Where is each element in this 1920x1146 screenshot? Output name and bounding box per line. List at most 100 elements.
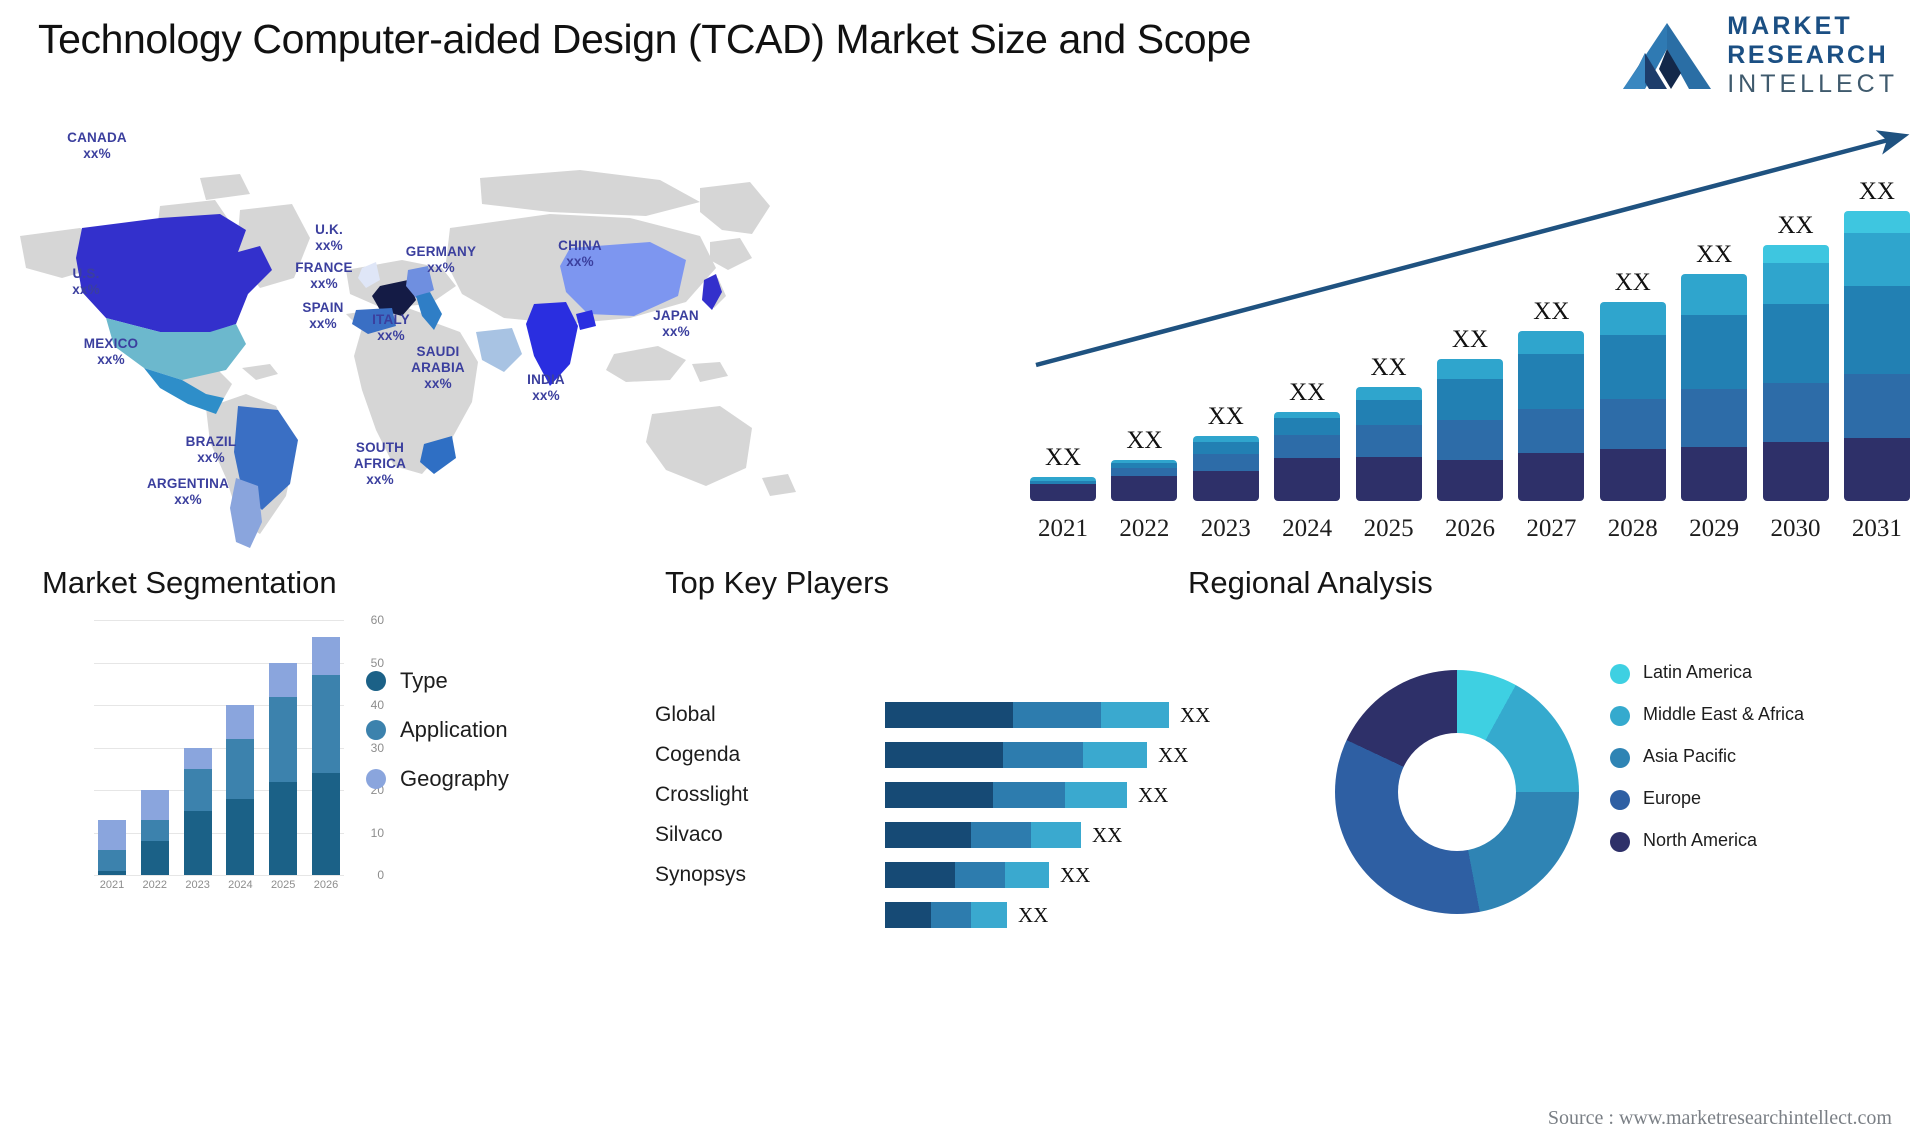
segmentation-bar-segment [269, 781, 298, 875]
growth-year-label: 2028 [1607, 515, 1658, 542]
segmentation-bar-segment [311, 675, 340, 773]
growth-bar-segment [1274, 417, 1341, 436]
legend-label: Latin America [1643, 662, 1753, 682]
legend-label: Geography [400, 766, 509, 791]
growth-bar-column: XX [1843, 178, 1910, 501]
segmentation-y-tick: 60 [370, 613, 384, 627]
growth-bar [1355, 387, 1422, 501]
page-title: Technology Computer-aided Design (TCAD) … [38, 16, 1252, 62]
growth-bar-segment [1192, 454, 1259, 471]
segmentation-plot [94, 620, 344, 876]
growth-year-label: 2030 [1770, 515, 1821, 542]
player-bar-row: XX [885, 695, 1210, 735]
segmentation-x-label: 2022 [142, 879, 168, 891]
growth-bar-segment [1436, 419, 1503, 461]
player-name: Silvaco [655, 823, 723, 846]
growth-bar-segment [1762, 245, 1829, 263]
segmentation-bar-column [311, 637, 340, 875]
player-bar [885, 902, 1007, 928]
player-bar-row: XX [885, 815, 1210, 855]
growth-year-axis: 2021 2022 2023 2024 2025 2026 2027 2028 2029 2030… [1030, 515, 1910, 543]
player-name: Synopsys [655, 863, 747, 886]
segmentation-bar-segment [183, 811, 212, 875]
segmentation-bar-column [183, 747, 212, 875]
growth-bar-segment [1518, 408, 1585, 454]
growth-bar-segment [1355, 387, 1422, 400]
player-bar-value: XX [1018, 902, 1049, 927]
segmentation-bar-segment [226, 798, 255, 875]
segmentation-y-tick: 0 [377, 868, 384, 882]
market-segmentation-chart: 0 10 20 30 40 50 60 2021 2022 2023 2024 2025 2026 T… [36, 613, 636, 920]
player-bar-segment [885, 902, 931, 928]
segmentation-bar-segment [98, 870, 126, 875]
growth-bar-segment [1843, 211, 1910, 234]
segmentation-bar-segment [183, 747, 212, 769]
growth-bar-column: XX [1518, 298, 1585, 501]
growth-bar-value: XX [1126, 427, 1163, 455]
growth-bar-segment [1192, 442, 1259, 455]
player-bar-value: XX [1060, 862, 1091, 887]
growth-year-label: 2022 [1119, 515, 1170, 542]
growth-bar-segment [1762, 442, 1829, 501]
growth-bar-segment [1599, 398, 1666, 450]
player-bar-segment [1083, 742, 1147, 768]
growth-bar-segment [1436, 379, 1503, 420]
growth-bar [1681, 273, 1748, 501]
growth-bar-segment [1274, 435, 1341, 459]
growth-bar-segment [1355, 457, 1422, 501]
segmentation-bar-column [226, 705, 255, 875]
growth-bar-value: XX [1207, 403, 1244, 431]
player-name: Crosslight [655, 783, 749, 806]
growth-bar-column: XX [1762, 212, 1829, 501]
legend-label: Type [400, 668, 448, 693]
source-text: Source : www.marketresearchintellect.com [1547, 1107, 1892, 1129]
player-bar [885, 702, 1169, 728]
growth-bar [1518, 330, 1585, 501]
segmentation-bar-column [269, 662, 298, 875]
growth-bar-segment [1681, 389, 1748, 448]
map-label-france: FRANCE xx% [295, 260, 353, 291]
segmentation-x-axis: 2021 2022 2023 2024 2025 2026 [94, 879, 344, 891]
growth-bar-segment [1111, 475, 1178, 501]
growth-bar-segment [1518, 453, 1585, 501]
player-bar [885, 782, 1127, 808]
growth-bar-segment [1681, 315, 1748, 390]
growth-bar-segment [1355, 424, 1422, 458]
segmentation-y-tick: 10 [370, 825, 384, 840]
player-name: Global [655, 703, 716, 726]
top-key-players-title: Top Key Players [665, 565, 889, 600]
growth-bar-segment [1762, 383, 1829, 443]
growth-bar-segment [1599, 334, 1666, 399]
player-name: Cogenda [655, 743, 741, 766]
growth-bar [1111, 460, 1178, 501]
growth-bar-column: XX [1436, 326, 1503, 501]
segmentation-bar-segment [226, 739, 255, 799]
growth-bar [1192, 436, 1259, 501]
segmentation-bar-segment [311, 773, 340, 875]
growth-bar [1762, 245, 1829, 501]
growth-bar-segment [1681, 273, 1748, 316]
top-key-players-chart: Global Cogenda Crosslight Silvaco Synopsys X… [655, 620, 1210, 928]
market-segmentation-title: Market Segmentation [42, 565, 337, 600]
legend-label: Asia Pacific [1643, 746, 1737, 766]
player-bar-segment [885, 702, 1013, 728]
growth-bar [1599, 302, 1666, 501]
map-label-japan: JAPAN xx% [653, 308, 699, 339]
regional-legend-item: Latin America [1610, 662, 1804, 684]
segmentation-legend-item: Type [366, 668, 509, 694]
player-name-list: Global Cogenda Crosslight Silvaco Synopsys [655, 695, 748, 895]
player-bar-row: XX [885, 855, 1210, 895]
segmentation-x-label: 2023 [185, 879, 210, 891]
legend-label: Europe [1643, 788, 1702, 808]
growth-bar-segment [1436, 359, 1503, 380]
player-bar-segment [931, 902, 971, 928]
segmentation-bar-segment [98, 819, 126, 850]
segmentation-bar-segment [269, 662, 298, 697]
player-bar-value: XX [1092, 822, 1123, 847]
growth-bar-value: XX [1777, 212, 1814, 240]
regional-legend-item: North America [1610, 830, 1804, 852]
map-country-saudi-arabia [476, 328, 522, 372]
regional-legend: Latin America Middle East & Africa Asia Pa… [1610, 662, 1804, 872]
segmentation-bar-segment [140, 841, 169, 875]
map-label-china: CHINA xx% [558, 238, 602, 269]
